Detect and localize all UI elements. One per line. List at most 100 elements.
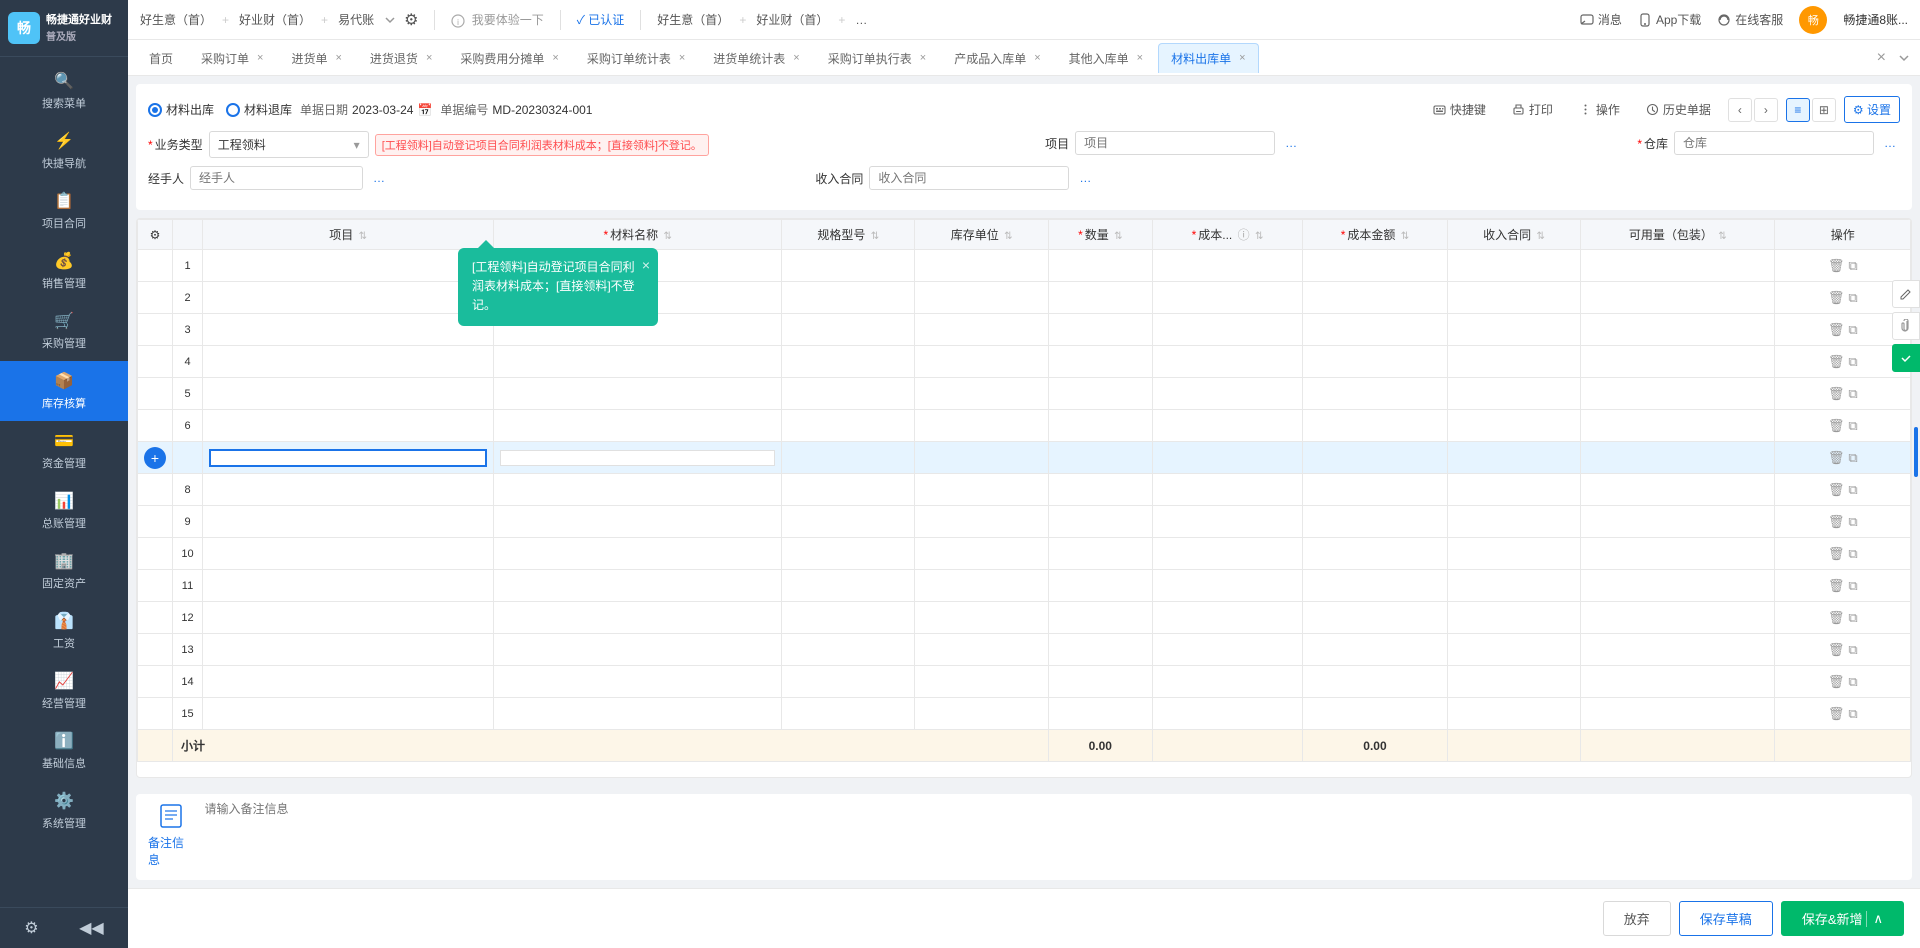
- top-nav-settings[interactable]: ⚙: [404, 10, 418, 30]
- copy-row-3-icon[interactable]: ⧉: [1848, 322, 1857, 338]
- tab-other-in[interactable]: 其他入库单 ×: [1056, 43, 1156, 73]
- delete-row-3-icon[interactable]: 🗑: [1828, 322, 1845, 338]
- sidebar-item-finance[interactable]: 💳 资金管理: [0, 421, 128, 481]
- sort-cost-icon[interactable]: ⇅: [1255, 231, 1263, 242]
- sort-qty-icon[interactable]: ⇅: [1114, 231, 1122, 242]
- online-service-btn[interactable]: 在线客服: [1717, 11, 1783, 28]
- sort-spec-icon[interactable]: ⇅: [871, 231, 879, 242]
- delete-row-11-icon[interactable]: 🗑: [1828, 578, 1845, 594]
- tooltip-close-btn[interactable]: ×: [642, 254, 650, 276]
- th-cost[interactable]: 成本... ⓘ ⇅: [1152, 220, 1302, 250]
- notes-input[interactable]: [204, 802, 1900, 816]
- sidebar-item-inventory[interactable]: 📦 库存核算: [0, 361, 128, 421]
- tab-mat-out[interactable]: 材料出库单 ×: [1158, 43, 1258, 73]
- tab-prod-close[interactable]: ×: [1034, 52, 1040, 64]
- th-spec[interactable]: 规格型号 ⇅: [782, 220, 915, 250]
- sidebar-item-purchase[interactable]: 🛒 采购管理: [0, 301, 128, 361]
- top-nav-haoshengyi2[interactable]: 好生意（首）: [657, 11, 729, 28]
- income-contract-dots[interactable]: …: [1075, 171, 1095, 185]
- print-btn[interactable]: 打印: [1503, 96, 1562, 123]
- th-unit[interactable]: 库存单位 ⇅: [915, 220, 1048, 250]
- radio-material-return[interactable]: 材料退库: [226, 101, 292, 118]
- td-qty-1[interactable]: [1048, 250, 1152, 282]
- delete-row-1-icon[interactable]: 🗑: [1828, 258, 1845, 274]
- settings-btn[interactable]: ⚙ 设置: [1844, 96, 1900, 123]
- right-tool-green-btn[interactable]: [1892, 344, 1920, 372]
- project-dots[interactable]: …: [1281, 136, 1301, 150]
- tab-inbound-stat-close[interactable]: ×: [793, 52, 799, 64]
- copy-row-7-icon[interactable]: ⧉: [1848, 450, 1857, 466]
- save-draft-button[interactable]: 保存草稿: [1679, 901, 1773, 936]
- operation-btn[interactable]: 操作: [1570, 96, 1629, 123]
- next-btn[interactable]: ›: [1754, 98, 1778, 122]
- top-nav-haoyecai[interactable]: 好业财（首）: [239, 11, 311, 28]
- copy-row-13-icon[interactable]: ⧉: [1848, 642, 1857, 658]
- add-row-btn[interactable]: +: [144, 447, 166, 469]
- th-available[interactable]: 可用量（包装） ⇅: [1581, 220, 1775, 250]
- tab-return[interactable]: 进货退货 ×: [357, 43, 445, 73]
- delete-row-15-icon[interactable]: 🗑: [1828, 706, 1845, 722]
- delete-row-9-icon[interactable]: 🗑: [1828, 514, 1845, 530]
- tab-po[interactable]: 采购订单 ×: [188, 43, 276, 73]
- th-cost-amount[interactable]: 成本金额 ⇅: [1303, 220, 1448, 250]
- tab-expense[interactable]: 采购费用分摊单 ×: [447, 43, 571, 73]
- delete-row-12-icon[interactable]: 🗑: [1828, 610, 1845, 626]
- top-nav-haoyecai2[interactable]: 好业财（首）: [756, 11, 828, 28]
- delete-row-14-icon[interactable]: 🗑: [1828, 674, 1845, 690]
- td-cost-1[interactable]: [1152, 250, 1302, 282]
- tab-return-close[interactable]: ×: [426, 52, 432, 64]
- th-quantity[interactable]: 数量 ⇅: [1048, 220, 1152, 250]
- app-download-btn[interactable]: App下载: [1638, 11, 1701, 28]
- tab-inbound[interactable]: 进货单 ×: [278, 43, 354, 73]
- delete-row-13-icon[interactable]: 🗑: [1828, 642, 1845, 658]
- copy-row-11-icon[interactable]: ⧉: [1848, 578, 1857, 594]
- sidebar-item-sales[interactable]: 💰 销售管理: [0, 241, 128, 301]
- td-available-1[interactable]: [1581, 250, 1775, 282]
- info-cost-icon[interactable]: ⓘ: [1238, 228, 1250, 242]
- copy-row-15-icon[interactable]: ⧉: [1848, 706, 1857, 722]
- delete-row-2-icon[interactable]: 🗑: [1828, 290, 1845, 306]
- delete-row-10-icon[interactable]: 🗑: [1828, 546, 1845, 562]
- copy-row-8-icon[interactable]: ⧉: [1848, 482, 1857, 498]
- td-spec-1[interactable]: [782, 250, 915, 282]
- td-unit-1[interactable]: [915, 250, 1048, 282]
- list-view-btn[interactable]: ≡: [1786, 98, 1810, 122]
- top-nav-yidazhang[interactable]: 易代账: [338, 11, 374, 28]
- top-nav-experience[interactable]: i 我要体验一下: [451, 11, 543, 28]
- tab-inbound-stat[interactable]: 进货单统计表 ×: [700, 43, 812, 73]
- sort-project-icon[interactable]: ⇅: [359, 231, 367, 242]
- copy-row-4-icon[interactable]: ⧉: [1848, 354, 1857, 370]
- tab-inbound-close[interactable]: ×: [335, 52, 341, 64]
- save-new-arrow[interactable]: ∧: [1866, 911, 1883, 927]
- sidebar-item-search[interactable]: 🔍 搜索菜单: [0, 61, 128, 121]
- delete-row-4-icon[interactable]: 🗑: [1828, 354, 1845, 370]
- sidebar-item-quick[interactable]: ⚡ 快捷导航: [0, 121, 128, 181]
- sort-income-icon[interactable]: ⇅: [1536, 231, 1544, 242]
- sidebar-item-project[interactable]: 📋 项目合同: [0, 181, 128, 241]
- copy-row-2-icon[interactable]: ⧉: [1848, 290, 1857, 306]
- th-project[interactable]: 项目 ⇅: [203, 220, 494, 250]
- delete-row-7-icon[interactable]: 🗑: [1828, 450, 1845, 466]
- copy-row-1-icon[interactable]: ⧉: [1848, 258, 1857, 274]
- sidebar-item-system[interactable]: ⚙️ 系统管理: [0, 781, 128, 841]
- td-amount-1[interactable]: [1303, 250, 1448, 282]
- top-nav-more[interactable]: …: [855, 13, 867, 27]
- handler-dots[interactable]: …: [369, 171, 389, 185]
- sort-available-icon[interactable]: ⇅: [1718, 231, 1726, 242]
- sidebar-collapse-btn[interactable]: ◀◀: [79, 918, 104, 938]
- delete-row-5-icon[interactable]: 🗑: [1828, 386, 1845, 402]
- sidebar-item-business[interactable]: 📈 经营管理: [0, 661, 128, 721]
- delete-row-8-icon[interactable]: 🗑: [1828, 482, 1845, 498]
- tab-po-stat[interactable]: 采购订单统计表 ×: [574, 43, 698, 73]
- sidebar-item-ledger[interactable]: 📊 总账管理: [0, 481, 128, 541]
- income-contract-input[interactable]: [869, 166, 1069, 190]
- right-tool-clip-btn[interactable]: [1892, 312, 1920, 340]
- calendar-icon[interactable]: 📅: [417, 103, 432, 117]
- warehouse-dots[interactable]: …: [1880, 136, 1900, 150]
- tab-po-exec-close[interactable]: ×: [920, 52, 926, 64]
- copy-row-6-icon[interactable]: ⧉: [1848, 418, 1857, 434]
- sort-material-icon[interactable]: ⇅: [664, 231, 672, 242]
- tab-mat-out-close[interactable]: ×: [1239, 52, 1245, 64]
- save-new-button[interactable]: 保存&新增 ∧: [1781, 901, 1904, 936]
- sidebar-settings-btn[interactable]: ⚙: [24, 918, 38, 938]
